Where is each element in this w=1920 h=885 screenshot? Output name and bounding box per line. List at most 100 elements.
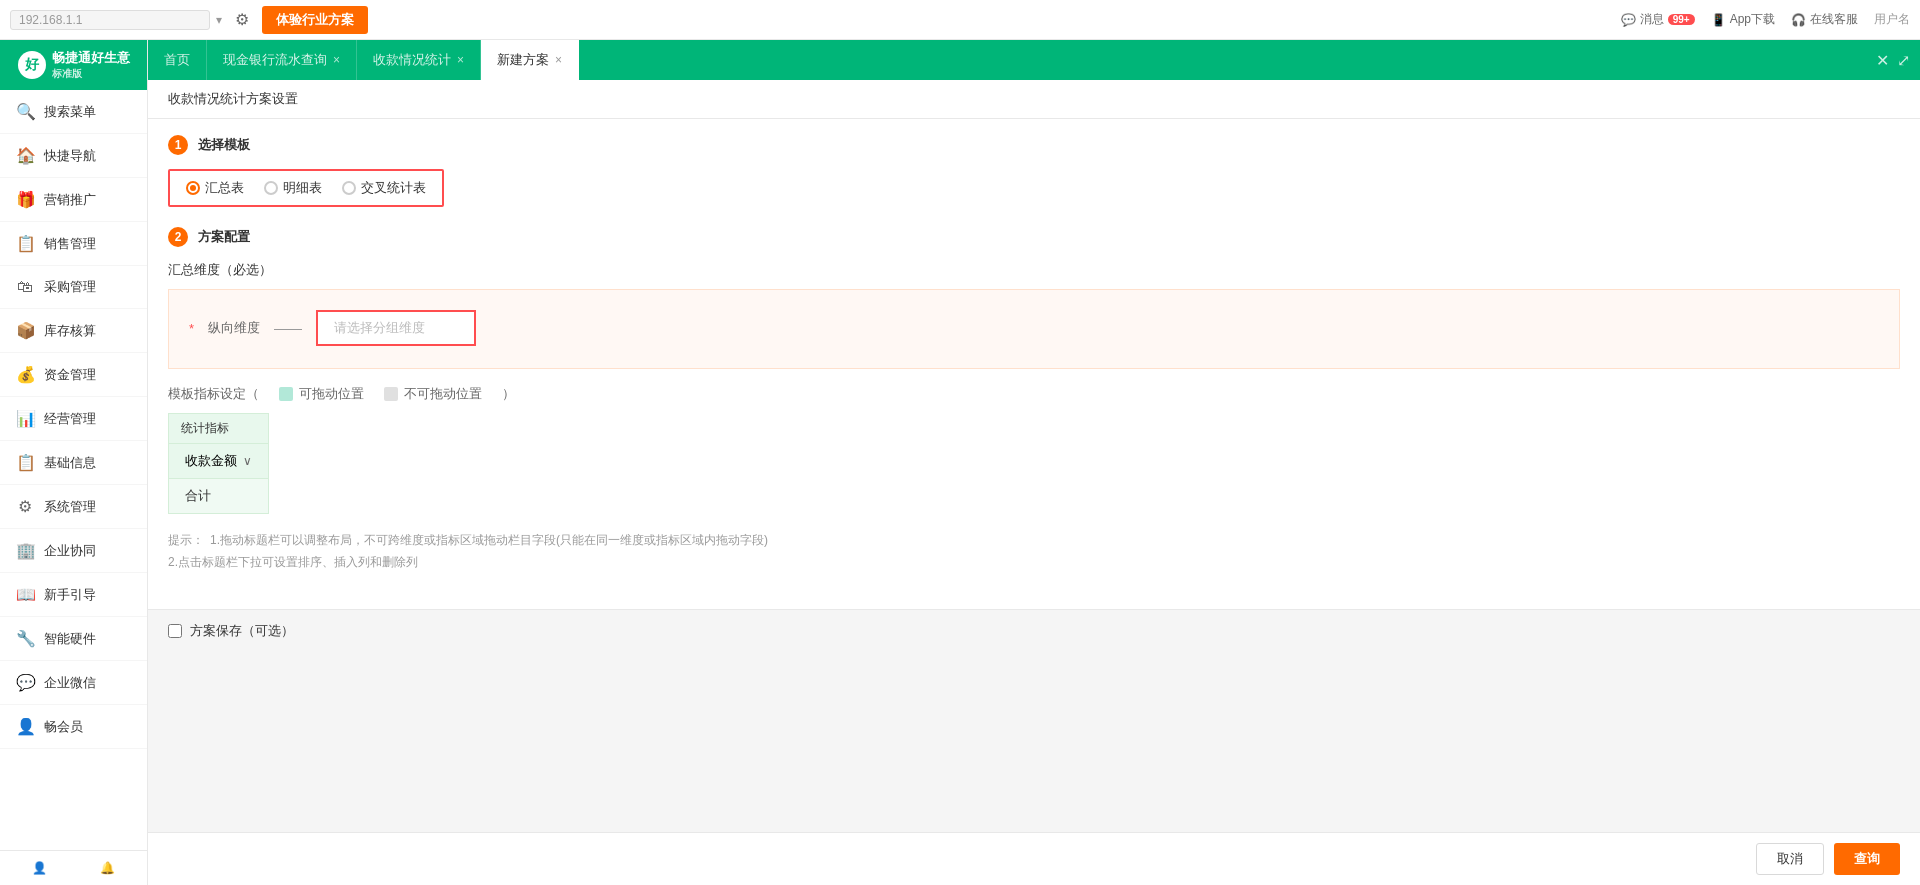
page-content: 收款情况统计方案设置 1 选择模板 汇总表 bbox=[148, 80, 1920, 832]
sidebar-item-guide[interactable]: 📖 新手引导 bbox=[0, 573, 147, 617]
content-area: 首页 现金银行流水查询 × 收款情况统计 × 新建方案 × ✕ ⤢ 收 bbox=[148, 40, 1920, 885]
download-button[interactable]: 📱 App下载 bbox=[1711, 11, 1775, 28]
purchase-icon: 🛍 bbox=[16, 278, 34, 296]
tab-bank-flow-close[interactable]: × bbox=[333, 53, 340, 67]
query-button[interactable]: 查询 bbox=[1834, 843, 1900, 875]
message-button[interactable]: 💬 消息 99+ bbox=[1621, 11, 1695, 28]
cancel-button[interactable]: 取消 bbox=[1756, 843, 1824, 875]
sidebar-label-guide: 新手引导 bbox=[44, 586, 96, 604]
tip-line-1: 提示： 1.拖动标题栏可以调整布局，不可跨维度或指标区域拖动栏目字段(只能在同一… bbox=[168, 530, 1900, 552]
sidebar-logo: 好 畅捷通好生意 标准版 bbox=[0, 40, 147, 90]
sidebar-item-inventory[interactable]: 📦 库存核算 bbox=[0, 309, 147, 353]
download-icon: 📱 bbox=[1711, 13, 1726, 27]
radio-detail-label: 明细表 bbox=[283, 179, 322, 197]
sidebar-item-wechat[interactable]: 💬 企业微信 bbox=[0, 661, 147, 705]
step1-title: 选择模板 bbox=[198, 136, 250, 154]
step2-section: 2 方案配置 汇总维度（必选） * 纵向维度 —— 请选择分组维度 bbox=[168, 227, 1900, 573]
metrics-total-label: 合计 bbox=[185, 488, 211, 503]
top-bar-left: ▾ ⚙ 体验行业方案 bbox=[10, 6, 1621, 34]
tab-receipt-stats-label: 收款情况统计 bbox=[373, 51, 451, 69]
gift-icon: 🎁 bbox=[16, 190, 34, 209]
sidebar-item-member[interactable]: 👤 畅会员 bbox=[0, 705, 147, 749]
dimension-section-label: 汇总维度（必选） bbox=[168, 261, 1900, 279]
home-icon: 🏠 bbox=[16, 146, 34, 165]
step2-title: 方案配置 bbox=[198, 228, 250, 246]
legend-draggable: 可拖动位置 bbox=[279, 385, 364, 403]
member-icon: 👤 bbox=[16, 717, 34, 736]
radio-detail[interactable]: 明细表 bbox=[264, 179, 322, 197]
trial-button[interactable]: 体验行业方案 bbox=[262, 6, 368, 34]
template-options: 汇总表 明细表 交叉统计表 bbox=[168, 169, 444, 207]
sidebar-item-marketing[interactable]: 🎁 营销推广 bbox=[0, 178, 147, 222]
radio-summary[interactable]: 汇总表 bbox=[186, 179, 244, 197]
tab-receipt-stats[interactable]: 收款情况统计 × bbox=[357, 40, 481, 80]
sidebar-footer-bell[interactable]: 🔔 bbox=[79, 861, 138, 875]
metrics-cell-amount[interactable]: 收款金额 ∨ bbox=[169, 444, 268, 479]
tab-receipt-stats-close[interactable]: × bbox=[457, 53, 464, 67]
tab-home[interactable]: 首页 bbox=[148, 40, 207, 80]
vertical-dimension-label: 纵向维度 bbox=[208, 319, 260, 337]
tab-bank-flow[interactable]: 现金银行流水查询 × bbox=[207, 40, 357, 80]
chevron-down-icon[interactable]: ▾ bbox=[216, 13, 222, 27]
tab-maximize-action[interactable]: ⤢ bbox=[1897, 51, 1910, 70]
tip1-text: 1.拖动标题栏可以调整布局，不可跨维度或指标区域拖动栏目字段(只能在同一维度或指… bbox=[210, 530, 768, 552]
sidebar-item-enterprise[interactable]: 🏢 企业协同 bbox=[0, 529, 147, 573]
tab-bar-actions: ✕ ⤢ bbox=[1866, 40, 1920, 80]
top-bar-right: 💬 消息 99+ 📱 App下载 🎧 在线客服 用户名 bbox=[1621, 11, 1910, 28]
sidebar-item-system[interactable]: ⚙ 系统管理 bbox=[0, 485, 147, 529]
sidebar-item-quick-nav[interactable]: 🏠 快捷导航 bbox=[0, 134, 147, 178]
service-button[interactable]: 🎧 在线客服 bbox=[1791, 11, 1858, 28]
metrics-header-label: 模板指标设定（ bbox=[168, 385, 259, 403]
sidebar-item-capital[interactable]: 💰 资金管理 bbox=[0, 353, 147, 397]
sidebar-label-hardware: 智能硬件 bbox=[44, 630, 96, 648]
save-checkbox[interactable] bbox=[168, 624, 182, 638]
tab-new-plan[interactable]: 新建方案 × bbox=[481, 40, 579, 80]
sidebar-label-system: 系统管理 bbox=[44, 498, 96, 516]
inventory-icon: 📦 bbox=[16, 321, 34, 340]
logo-icon: 好 bbox=[18, 51, 46, 79]
sales-icon: 📋 bbox=[16, 234, 34, 253]
sidebar-item-sales[interactable]: 📋 销售管理 bbox=[0, 222, 147, 266]
tab-bar: 首页 现金银行流水查询 × 收款情况统计 × 新建方案 × ✕ ⤢ bbox=[148, 40, 1920, 80]
draggable-legend-label: 可拖动位置 bbox=[299, 385, 364, 403]
address-input[interactable] bbox=[10, 10, 210, 30]
logo-text: 畅捷通好生意 bbox=[52, 49, 130, 67]
sidebar-item-hardware[interactable]: 🔧 智能硬件 bbox=[0, 617, 147, 661]
non-draggable-legend-label: 不可拖动位置 bbox=[404, 385, 482, 403]
tab-close-action[interactable]: ✕ bbox=[1876, 51, 1889, 70]
sidebar-label-capital: 资金管理 bbox=[44, 366, 96, 384]
metrics-header: 模板指标设定（ 可拖动位置 不可拖动位置 ） bbox=[168, 385, 1900, 403]
arrow-icon: —— bbox=[274, 320, 302, 336]
step2-number: 2 bbox=[168, 227, 188, 247]
logo-sub: 标准版 bbox=[52, 67, 130, 81]
sidebar: 好 畅捷通好生意 标准版 🔍 搜索菜单 🏠 快捷导航 🎁 营销推广 📋 销售管理… bbox=[0, 40, 148, 885]
tab-new-plan-close[interactable]: × bbox=[555, 53, 562, 67]
dimension-row: * 纵向维度 —— 请选择分组维度 bbox=[189, 310, 1879, 346]
non-draggable-legend-box bbox=[384, 387, 398, 401]
sidebar-item-basic[interactable]: 📋 基础信息 bbox=[0, 441, 147, 485]
sidebar-label-operation: 经营管理 bbox=[44, 410, 96, 428]
main-layout: 好 畅捷通好生意 标准版 🔍 搜索菜单 🏠 快捷导航 🎁 营销推广 📋 销售管理… bbox=[0, 40, 1920, 885]
radio-detail-circle bbox=[264, 181, 278, 195]
step1-section: 1 选择模板 汇总表 明细表 bbox=[168, 135, 1900, 207]
required-star: * bbox=[189, 321, 194, 336]
download-label: App下载 bbox=[1730, 11, 1775, 28]
sidebar-item-search[interactable]: 🔍 搜索菜单 bbox=[0, 90, 147, 134]
service-icon: 🎧 bbox=[1791, 13, 1806, 27]
sidebar-item-operation[interactable]: 📊 经营管理 bbox=[0, 397, 147, 441]
top-bar: ▾ ⚙ 体验行业方案 💬 消息 99+ 📱 App下载 🎧 在线客服 用户名 bbox=[0, 0, 1920, 40]
tab-new-plan-label: 新建方案 bbox=[497, 51, 549, 69]
metrics-dropdown-icon[interactable]: ∨ bbox=[243, 454, 252, 468]
radio-cross[interactable]: 交叉统计表 bbox=[342, 179, 426, 197]
sidebar-label-sales: 销售管理 bbox=[44, 235, 96, 253]
footer-bar: 取消 查询 bbox=[148, 832, 1920, 885]
radio-cross-label: 交叉统计表 bbox=[361, 179, 426, 197]
username-label: 用户名 bbox=[1874, 11, 1910, 28]
dimension-select[interactable]: 请选择分组维度 bbox=[316, 310, 476, 346]
sidebar-item-purchase[interactable]: 🛍 采购管理 bbox=[0, 266, 147, 309]
tip-line-2: 2.点击标题栏下拉可设置排序、插入列和删除列 bbox=[168, 552, 1900, 574]
sidebar-footer: 👤 🔔 bbox=[0, 850, 147, 885]
sidebar-footer-user[interactable]: 👤 bbox=[10, 861, 69, 875]
gear-icon[interactable]: ⚙ bbox=[228, 6, 256, 34]
service-label: 在线客服 bbox=[1810, 11, 1858, 28]
